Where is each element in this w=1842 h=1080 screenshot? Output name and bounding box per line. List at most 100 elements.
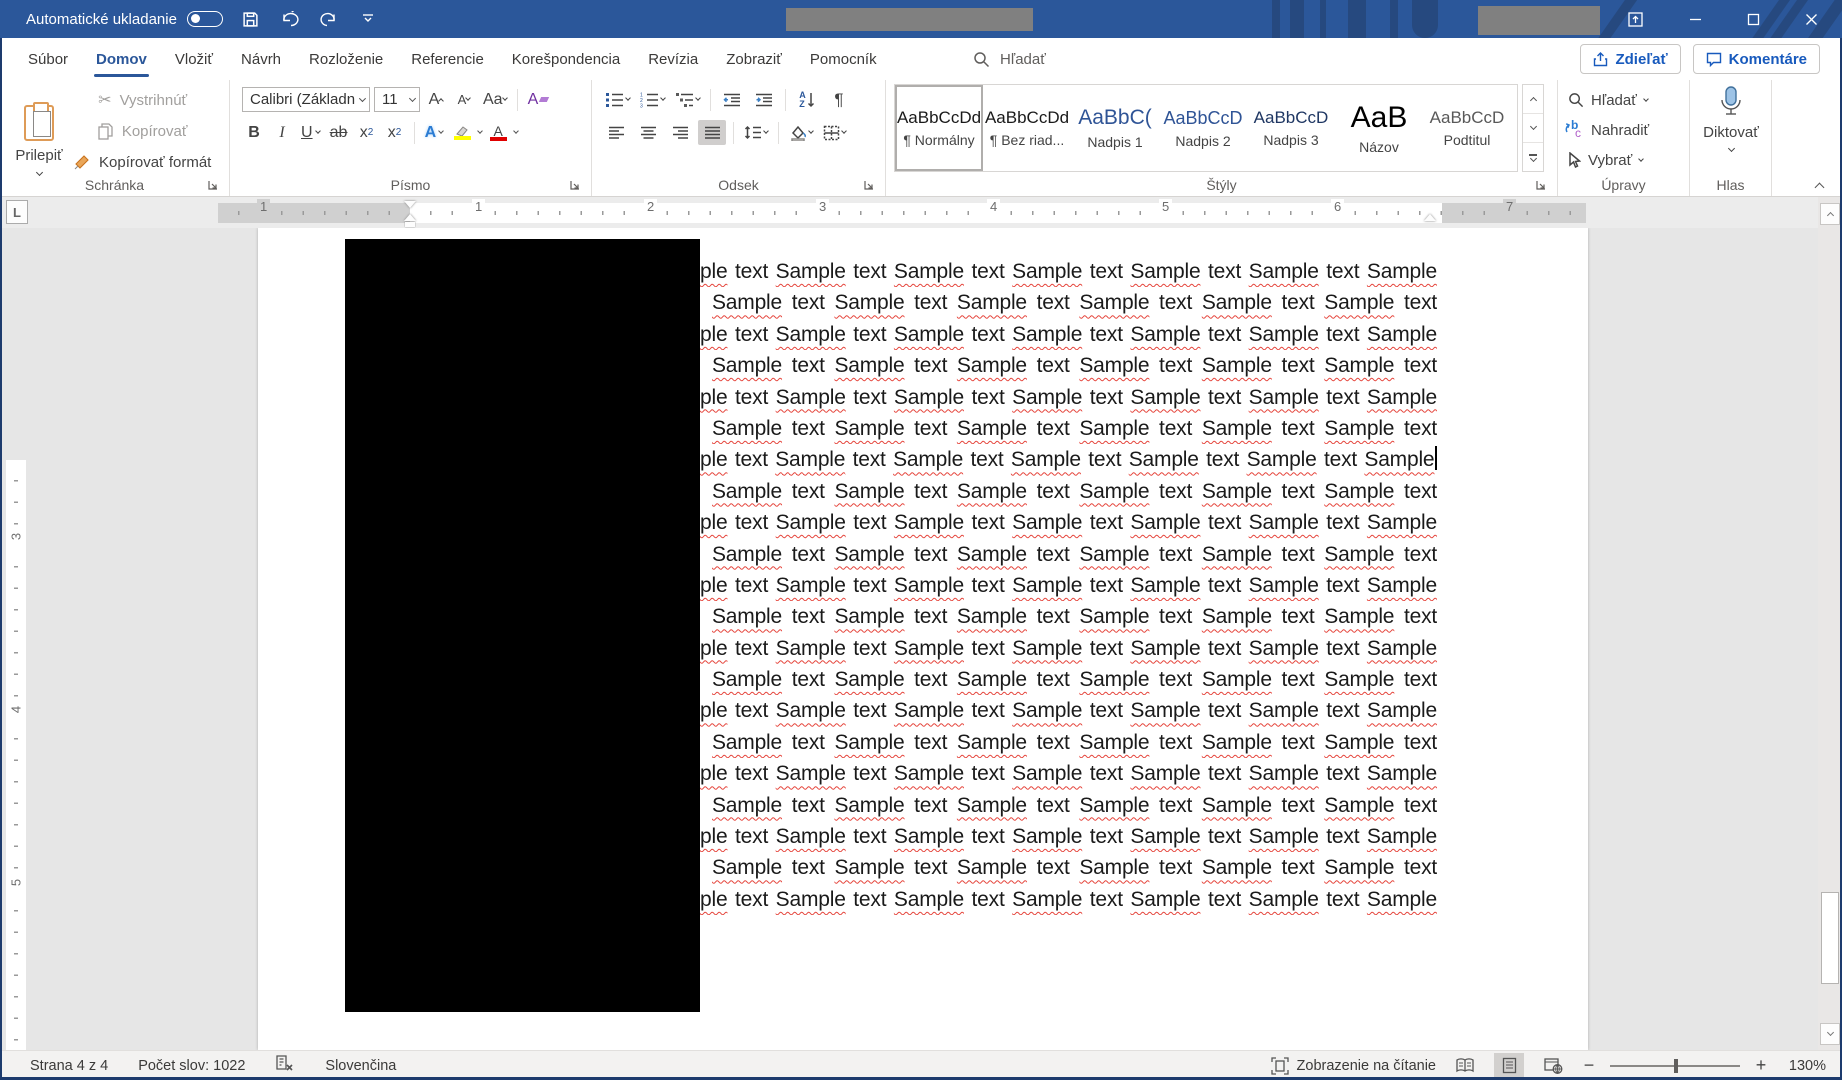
tab-pomocník[interactable]: Pomocník: [796, 38, 891, 80]
scroll-down-icon[interactable]: [1820, 1023, 1840, 1045]
align-center-button[interactable]: [634, 120, 662, 145]
autosave-toggle[interactable]: Automatické ukladanie: [26, 11, 223, 28]
proofing-errors-icon[interactable]: [275, 1054, 295, 1077]
page-indicator[interactable]: Strana 4 z 4: [30, 1058, 108, 1074]
ruler-left-margin[interactable]: [218, 203, 410, 223]
tab-vložiť[interactable]: Vložiť: [161, 38, 227, 80]
line-spacing-button[interactable]: [741, 120, 771, 145]
redo-button[interactable]: [318, 8, 340, 30]
highlight-dropdown-icon[interactable]: [477, 128, 483, 134]
italic-button[interactable]: I: [270, 120, 294, 145]
zoom-slider-handle[interactable]: [1674, 1058, 1679, 1073]
document-text[interactable]: ple text Sample text Sample text Sample …: [700, 256, 1437, 915]
word-count[interactable]: Počet slov: 1022: [138, 1058, 245, 1074]
scrollbar-thumb[interactable]: [1821, 892, 1839, 984]
underline-button[interactable]: U: [298, 120, 323, 145]
left-indent-marker[interactable]: [405, 222, 415, 227]
style-podtitul[interactable]: AaBbCcD Podtitul: [1423, 85, 1511, 171]
find-button[interactable]: Hľadať: [1568, 88, 1649, 112]
highlight-color-button[interactable]: [450, 120, 474, 145]
search-box[interactable]: Hľadať: [973, 38, 1046, 80]
tab-korešpondencia[interactable]: Korešpondencia: [498, 38, 634, 80]
first-line-indent-marker[interactable]: [404, 201, 416, 208]
undo-button[interactable]: [279, 8, 301, 30]
styles-gallery-expand-icon[interactable]: [1523, 143, 1543, 171]
sort-button[interactable]: AZ: [793, 87, 821, 112]
tab-návrh[interactable]: Návrh: [227, 38, 295, 80]
cut-button[interactable]: ✂ Vystrihnúť: [74, 88, 211, 112]
paragraph-dialog-launcher[interactable]: [863, 178, 877, 192]
shrink-font-button[interactable]: A: [452, 87, 476, 112]
document-page[interactable]: ple text Sample text Sample text Sample …: [258, 228, 1588, 1050]
styles-scroll-down-icon[interactable]: [1523, 114, 1543, 143]
format-painter-button[interactable]: Kopírovať formát: [74, 150, 211, 174]
change-case-button[interactable]: Aa: [480, 87, 510, 112]
justify-button[interactable]: [698, 120, 726, 145]
web-layout-view-button[interactable]: [1538, 1053, 1568, 1079]
comments-button[interactable]: Komentáre: [1692, 44, 1820, 74]
close-button[interactable]: [1788, 0, 1834, 38]
font-size-combo[interactable]: 11: [374, 87, 420, 112]
save-icon[interactable]: [240, 8, 262, 30]
horizontal-ruler[interactable]: [410, 203, 1442, 223]
text-effects-button[interactable]: A: [422, 120, 447, 145]
style-nadpis-2[interactable]: AaBbCcD Nadpis 2: [1159, 85, 1247, 171]
align-left-button[interactable]: [602, 120, 630, 145]
style-nadpis-3[interactable]: AaBbCcD Nadpis 3: [1247, 85, 1335, 171]
autosave-switch-icon[interactable]: [186, 11, 223, 27]
ribbon-display-options-icon[interactable]: [1612, 0, 1658, 38]
dictate-button[interactable]: Diktovať: [1690, 86, 1772, 153]
borders-button[interactable]: [820, 120, 849, 145]
maximize-button[interactable]: [1730, 0, 1776, 38]
paste-button[interactable]: Prilepiť: [10, 86, 68, 190]
replace-button[interactable]: b c Nahradiť: [1565, 118, 1649, 142]
tab-rozloženie[interactable]: Rozloženie: [295, 38, 397, 80]
style--norm-lny[interactable]: AaBbCcDd ¶ Normálny: [895, 85, 983, 171]
superscript-button[interactable]: x2: [383, 120, 407, 145]
read-mode-view-button[interactable]: [1450, 1053, 1480, 1079]
print-layout-view-button[interactable]: [1494, 1052, 1524, 1079]
zoom-slider[interactable]: [1610, 1058, 1740, 1073]
style-nadpis-1[interactable]: AaBbC(Nadpis 1: [1071, 85, 1159, 171]
font-color-dropdown-icon[interactable]: [513, 128, 519, 134]
vertical-scrollbar[interactable]: [1818, 197, 1842, 1050]
right-indent-marker[interactable]: [1424, 214, 1436, 221]
clipboard-dialog-launcher[interactable]: [207, 178, 221, 192]
hanging-indent-marker[interactable]: [404, 214, 416, 221]
tab-selector-button[interactable]: L: [6, 200, 28, 224]
font-name-combo[interactable]: Calibri (Základný: [242, 87, 370, 112]
show-paragraph-marks-button[interactable]: ¶: [825, 87, 853, 112]
styles-scroll-up-icon[interactable]: [1523, 85, 1543, 114]
font-dialog-launcher[interactable]: [569, 178, 583, 192]
tab-revízia[interactable]: Revízia: [634, 38, 712, 80]
increase-indent-button[interactable]: [750, 87, 778, 112]
tab-súbor[interactable]: Súbor: [14, 38, 82, 80]
scroll-up-icon[interactable]: [1820, 203, 1840, 225]
zoom-level[interactable]: 130%: [1782, 1058, 1826, 1074]
focus-view-button[interactable]: Zobrazenie na čítanie: [1270, 1056, 1436, 1075]
subscript-button[interactable]: x2: [355, 120, 379, 145]
language-indicator[interactable]: Slovenčina: [325, 1058, 396, 1074]
style--bez-riad-[interactable]: AaBbCcDd ¶ Bez riad...: [983, 85, 1071, 171]
minimize-button[interactable]: [1672, 0, 1718, 38]
customize-quick-access-icon[interactable]: [357, 8, 379, 30]
decrease-indent-button[interactable]: [718, 87, 746, 112]
numbering-button[interactable]: 123: [637, 87, 668, 112]
vertical-ruler[interactable]: 34567: [6, 460, 26, 1050]
bullets-button[interactable]: [602, 87, 633, 112]
multilevel-list-button[interactable]: [672, 87, 703, 112]
style-n-zov[interactable]: AaB Názov: [1335, 85, 1423, 171]
clear-formatting-button[interactable]: A: [525, 87, 552, 112]
grow-font-button[interactable]: A: [424, 87, 448, 112]
tab-domov[interactable]: Domov: [82, 38, 161, 80]
styles-dialog-launcher[interactable]: [1535, 178, 1549, 192]
tab-zobraziť[interactable]: Zobraziť: [712, 38, 796, 80]
font-color-button[interactable]: A: [486, 120, 510, 145]
zoom-in-button[interactable]: +: [1754, 1055, 1768, 1076]
share-button[interactable]: Zdieľať: [1580, 44, 1681, 74]
align-right-button[interactable]: [666, 120, 694, 145]
document-area[interactable]: 34567 ple text Sample text Sample text S…: [0, 228, 1818, 1050]
paste-dropdown-icon[interactable]: [35, 168, 43, 177]
shading-button[interactable]: [786, 120, 816, 145]
select-button[interactable]: Vybrať: [1568, 148, 1645, 172]
